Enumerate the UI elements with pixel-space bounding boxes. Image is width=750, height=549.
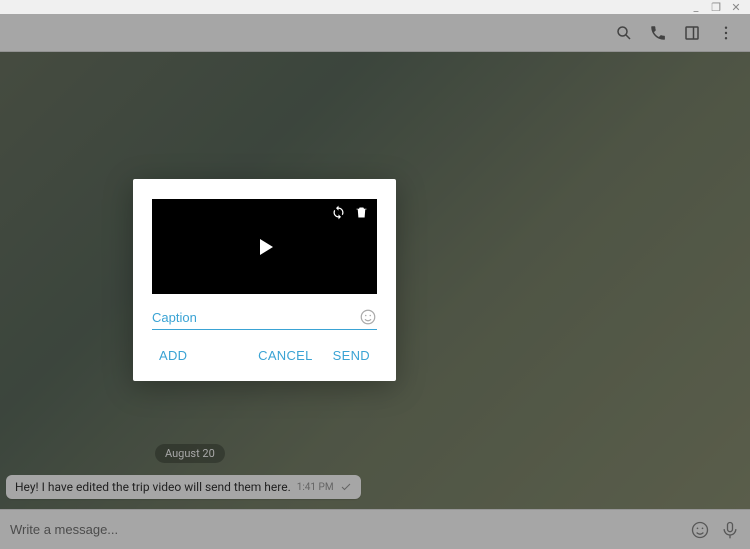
caption-field-wrap [152,306,377,330]
replace-icon[interactable] [331,205,346,220]
delete-icon[interactable] [354,205,369,220]
caption-input[interactable] [152,306,377,330]
window-titlebar: _ ❐ ✕ [0,0,750,14]
maximize-button[interactable]: ❐ [710,1,722,13]
play-icon[interactable] [260,239,273,255]
video-preview[interactable] [152,199,377,294]
caption-emoji-icon[interactable] [359,308,377,326]
dialog-actions: ADD CANCEL SEND [133,342,396,369]
add-button[interactable]: ADD [149,342,197,369]
send-media-dialog: ADD CANCEL SEND [133,179,396,381]
cancel-button[interactable]: CANCEL [248,342,323,369]
minimize-button[interactable]: _ [690,1,702,13]
close-button[interactable]: ✕ [730,1,742,13]
send-button[interactable]: SEND [323,342,380,369]
